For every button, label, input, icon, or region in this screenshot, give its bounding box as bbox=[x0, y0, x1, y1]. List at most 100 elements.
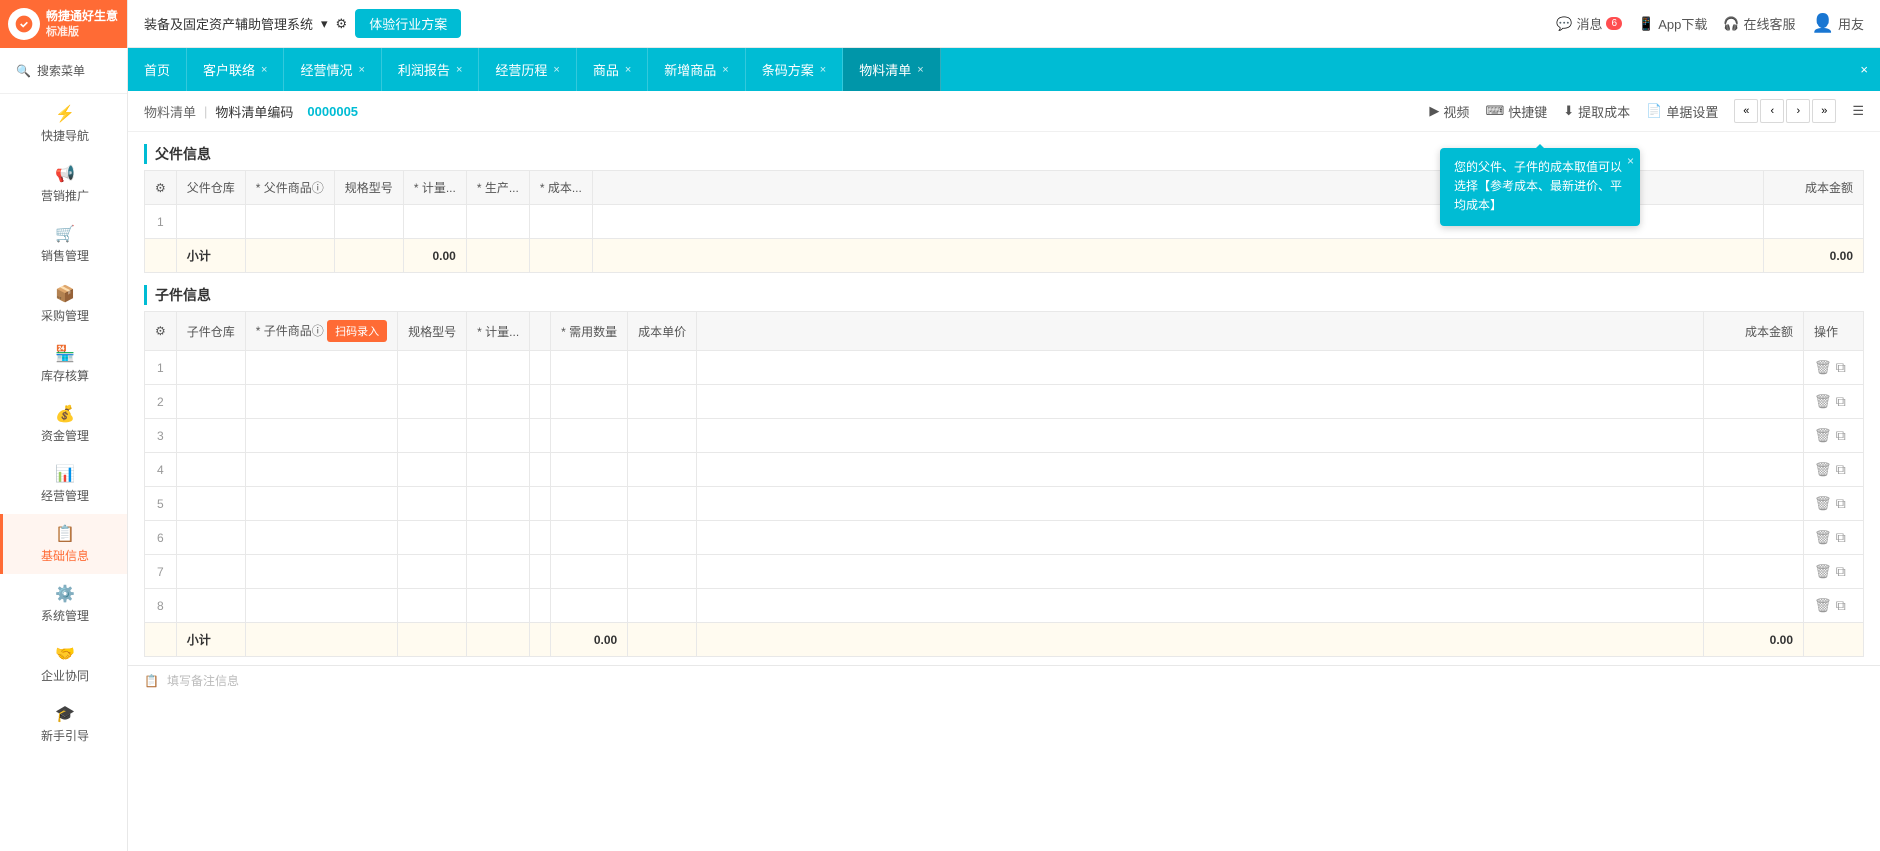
delete-icon[interactable]: 🗑 bbox=[1814, 461, 1832, 478]
sidebar-item-ops[interactable]: 📊 经营管理 bbox=[0, 454, 127, 514]
tab-bom[interactable]: 物料清单 × bbox=[843, 48, 940, 91]
child-subtotal-amount: 0.00 bbox=[1704, 623, 1804, 657]
delete-icon[interactable]: 🗑 bbox=[1814, 495, 1832, 512]
tooltip-text: 您的父件、子件的成本取值可以选择【参考成本、最新进价、平均成本】 bbox=[1454, 160, 1622, 212]
sidebar-item-sales[interactable]: 🛒 销售管理 bbox=[0, 214, 127, 274]
delete-icon[interactable]: 🗑 bbox=[1814, 427, 1832, 444]
note-hint[interactable]: 填写备注信息 bbox=[167, 672, 239, 689]
child-col-settings[interactable]: ⚙ bbox=[145, 312, 177, 351]
sidebar-item-system[interactable]: ⚙️ 系统管理 bbox=[0, 574, 127, 634]
copy-icon[interactable]: ⧉ bbox=[1836, 495, 1846, 512]
child-row-1-unit-price[interactable] bbox=[628, 351, 697, 385]
parent-row-1-spec[interactable] bbox=[334, 205, 403, 239]
tooltip-close-btn[interactable]: × bbox=[1627, 152, 1634, 171]
toolbar-view[interactable]: ▶ 视频 bbox=[1429, 102, 1469, 121]
child-row-1-warehouse[interactable] bbox=[176, 351, 245, 385]
close-all-tabs[interactable]: × bbox=[1848, 50, 1880, 89]
tab-profit[interactable]: 利润报告 × bbox=[382, 48, 479, 91]
tab-close-barcode[interactable]: × bbox=[820, 64, 826, 76]
sidebar-item-guide[interactable]: 🎓 新手引导 bbox=[0, 694, 127, 754]
parent-row-1-unit[interactable] bbox=[403, 205, 466, 239]
delete-icon[interactable]: 🗑 bbox=[1814, 597, 1832, 614]
tab-close-history[interactable]: × bbox=[553, 64, 559, 76]
sidebar-item-collab[interactable]: 🤝 企业协同 bbox=[0, 634, 127, 694]
child-row-1-spec[interactable] bbox=[398, 351, 467, 385]
dropdown-arrow-icon[interactable]: ▾ bbox=[321, 16, 328, 32]
parent-subtotal-empty2 bbox=[334, 239, 403, 273]
tab-new-goods[interactable]: 新增商品 × bbox=[648, 48, 745, 91]
scan-input-btn[interactable]: 扫码录入 bbox=[327, 320, 387, 342]
delete-icon[interactable]: 🗑 bbox=[1814, 529, 1832, 546]
tab-close-customer[interactable]: × bbox=[261, 64, 267, 76]
child-row-2-unit-price[interactable] bbox=[628, 385, 697, 419]
parent-col-settings[interactable]: ⚙ bbox=[145, 171, 177, 205]
toolbar: ▶ 视频 ⌨ 快捷键 ⬇ 提取成本 📄 单据设置 « ‹ bbox=[1429, 99, 1864, 123]
breadcrumb-bom[interactable]: 物料清单 bbox=[144, 102, 196, 121]
parent-row-1-product[interactable] bbox=[245, 205, 334, 239]
child-row-1-empty2 bbox=[697, 351, 1704, 385]
delete-icon[interactable]: 🗑 bbox=[1814, 563, 1832, 580]
child-row-2-warehouse[interactable] bbox=[176, 385, 245, 419]
copy-icon[interactable]: ⧉ bbox=[1836, 563, 1846, 580]
online-service-item[interactable]: 🎧 在线客服 bbox=[1723, 14, 1795, 33]
sidebar-item-inventory[interactable]: 🏪 库存核算 bbox=[0, 334, 127, 394]
toolbar-single-setting[interactable]: 📄 单据设置 bbox=[1646, 102, 1718, 121]
copy-icon[interactable]: ⧉ bbox=[1836, 359, 1846, 376]
sidebar-item-purchase[interactable]: 📦 采购管理 bbox=[0, 274, 127, 334]
child-row-1-product[interactable] bbox=[245, 351, 397, 385]
tab-home[interactable]: 首页 bbox=[128, 48, 187, 91]
toolbar-extract-cost[interactable]: ⬇ 提取成本 bbox=[1563, 102, 1630, 121]
delete-icon[interactable]: 🗑 bbox=[1814, 359, 1832, 376]
sidebar-item-quick-nav[interactable]: ⚡ 快捷导航 bbox=[0, 94, 127, 154]
system-title: 装备及固定资产辅助管理系统 bbox=[144, 14, 313, 33]
sidebar-item-finance[interactable]: 💰 资金管理 bbox=[0, 394, 127, 454]
page-prev-btn[interactable]: ‹ bbox=[1760, 99, 1784, 123]
tab-close-bom[interactable]: × bbox=[917, 64, 923, 76]
user-item[interactable]: 👤 用友 bbox=[1812, 13, 1864, 34]
settings-icon[interactable]: ⚙ bbox=[336, 16, 348, 32]
child-row-2-product[interactable] bbox=[245, 385, 397, 419]
page-next-btn[interactable]: › bbox=[1786, 99, 1810, 123]
sidebar-search[interactable]: 🔍 搜索菜单 bbox=[0, 48, 127, 94]
tab-close-operations[interactable]: × bbox=[358, 64, 364, 76]
tab-close-new-goods[interactable]: × bbox=[722, 64, 728, 76]
page-last-btn[interactable]: » bbox=[1812, 99, 1836, 123]
child-row-2-amount bbox=[1704, 385, 1804, 419]
page-first-btn[interactable]: « bbox=[1734, 99, 1758, 123]
toolbar-menu[interactable]: ☰ bbox=[1852, 103, 1864, 119]
child-row-2-unit[interactable] bbox=[467, 385, 530, 419]
child-row-2-qty[interactable] bbox=[551, 385, 628, 419]
child-sub-e1 bbox=[245, 623, 397, 657]
copy-icon[interactable]: ⧉ bbox=[1836, 393, 1846, 410]
child-row-1-unit[interactable] bbox=[467, 351, 530, 385]
tab-barcode[interactable]: 条码方案 × bbox=[746, 48, 843, 91]
copy-icon[interactable]: ⧉ bbox=[1836, 597, 1846, 614]
message-item[interactable]: 💬 消息 6 bbox=[1556, 14, 1622, 33]
delete-icon[interactable]: 🗑 bbox=[1814, 393, 1832, 410]
child-row-1-qty[interactable] bbox=[551, 351, 628, 385]
copy-icon[interactable]: ⧉ bbox=[1836, 529, 1846, 546]
table-row: 4 🗑⧉ bbox=[145, 453, 1864, 487]
tab-close-profit[interactable]: × bbox=[456, 64, 462, 76]
sidebar-item-marketing[interactable]: 📢 营销推广 bbox=[0, 154, 127, 214]
child-row-2-spec[interactable] bbox=[398, 385, 467, 419]
sidebar-item-basic[interactable]: 📋 基础信息 bbox=[0, 514, 127, 574]
copy-icon[interactable]: ⧉ bbox=[1836, 427, 1846, 444]
tab-goods[interactable]: 商品 × bbox=[577, 48, 648, 91]
tab-close-goods[interactable]: × bbox=[625, 64, 631, 76]
copy-icon[interactable]: ⧉ bbox=[1836, 461, 1846, 478]
tab-customer[interactable]: 客户联络 × bbox=[187, 48, 284, 91]
trial-button[interactable]: 体验行业方案 bbox=[355, 9, 461, 38]
tab-history[interactable]: 经营历程 × bbox=[479, 48, 576, 91]
bottom-bar: 📋 填写备注信息 bbox=[128, 665, 1880, 695]
app-logo: 畅捷通好生意 标准版 bbox=[0, 0, 127, 48]
child-col-product: * 子件商品ⓘ 扫码录入 bbox=[245, 312, 397, 351]
toolbar-shortcut[interactable]: ⌨ 快捷键 bbox=[1485, 102, 1547, 121]
app-download-item[interactable]: 📱 App下载 bbox=[1638, 14, 1707, 33]
table-row: 6 🗑⧉ bbox=[145, 521, 1864, 555]
tab-operations[interactable]: 经营情况 × bbox=[284, 48, 381, 91]
search-menu-item[interactable]: 🔍 搜索菜单 bbox=[8, 56, 119, 85]
parent-row-1-production[interactable] bbox=[466, 205, 529, 239]
parent-row-1-warehouse[interactable] bbox=[176, 205, 245, 239]
parent-row-1-cost[interactable] bbox=[529, 205, 592, 239]
